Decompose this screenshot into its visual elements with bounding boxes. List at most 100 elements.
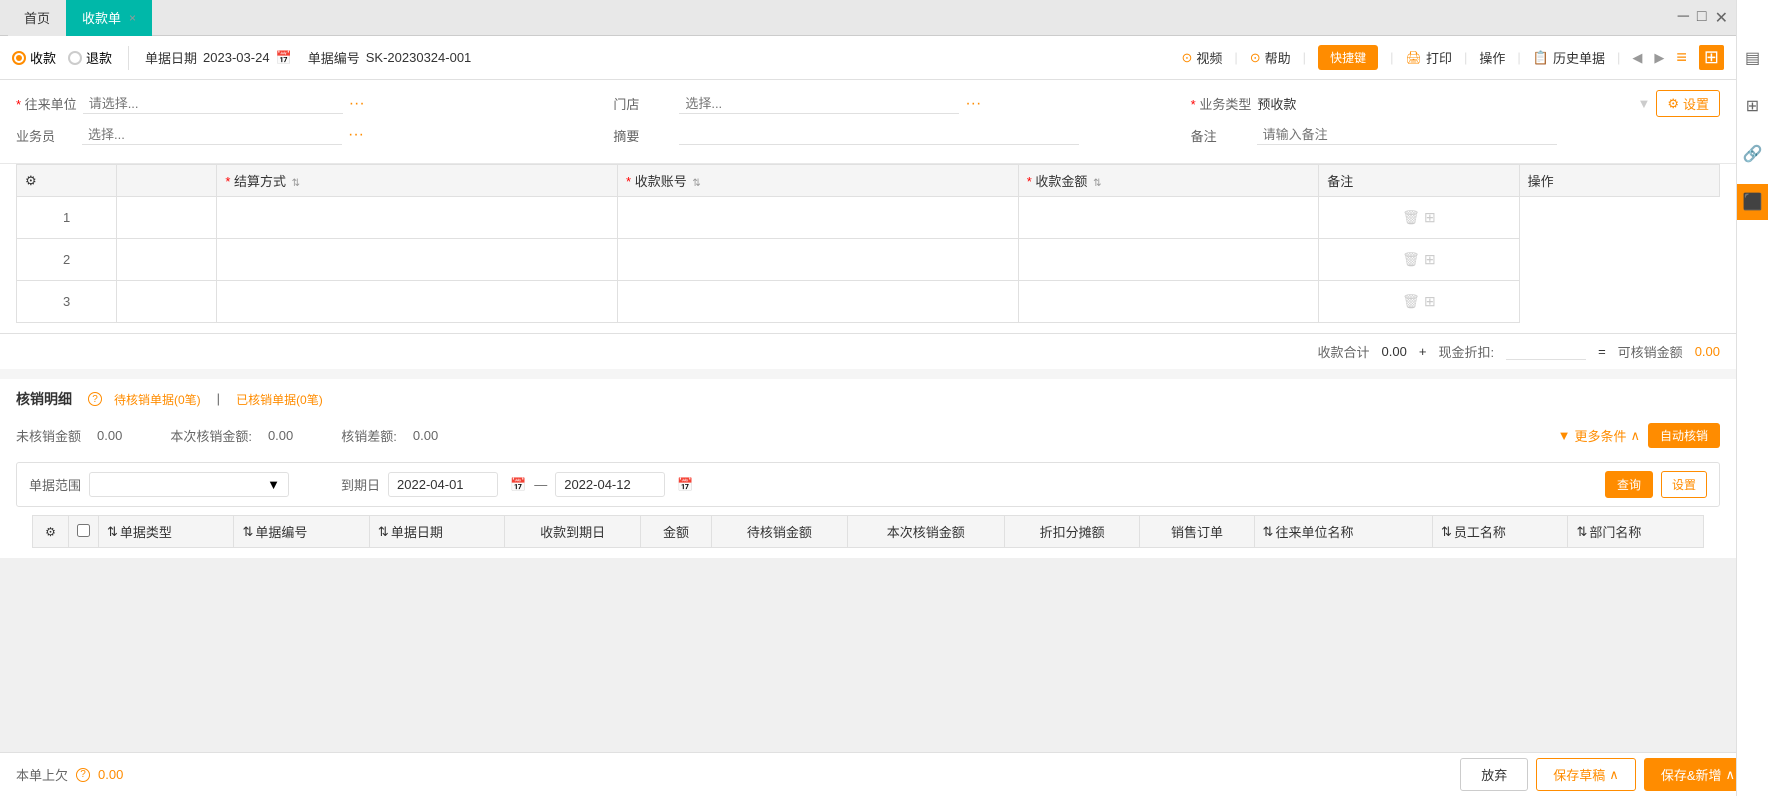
nav-prev-icon[interactable]: ◀	[1632, 50, 1642, 66]
radio-receipt-dot	[12, 51, 26, 65]
td-account-3	[217, 281, 618, 323]
lth-number-label: 单据编号	[255, 522, 307, 541]
business-type-arrow[interactable]: ▼	[1637, 96, 1650, 111]
type-sort[interactable]: ⇅	[107, 524, 118, 540]
copy-icon-1[interactable]: ⊞	[1424, 209, 1436, 226]
verify-info-icon[interactable]: ?	[88, 392, 102, 406]
delete-icon-1[interactable]: 🗑	[1402, 209, 1420, 226]
settlement-sort[interactable]: ⇅	[292, 178, 300, 189]
radio-receipt[interactable]: 收款	[12, 48, 56, 67]
shop-input[interactable]	[679, 94, 959, 114]
remark-input[interactable]	[1257, 125, 1557, 145]
amount-sort[interactable]: ⇅	[1093, 178, 1101, 189]
action-label: 操作	[1528, 174, 1554, 189]
tab-receipt[interactable]: 收款单 ×	[66, 0, 152, 36]
shop-label: 门店	[613, 94, 673, 113]
staff-more-btn[interactable]: ···	[348, 126, 364, 144]
window-max-icon[interactable]: □	[1697, 8, 1707, 28]
tab-close-icon[interactable]: ×	[129, 11, 136, 25]
lth-number: ⇅单据编号	[234, 516, 369, 548]
action-icons-2: 🗑 ⊞	[1327, 251, 1510, 268]
settings-icon: ⚙	[1667, 96, 1679, 112]
td-num-3: 3	[17, 281, 117, 323]
business-type-group: 业务类型 预收款 ▼ ⚙ 设置	[1191, 90, 1720, 117]
th-amount: 收款金额 ⇅	[1018, 165, 1319, 197]
range-select[interactable]: ▼	[89, 472, 289, 497]
abandon-btn[interactable]: 放弃	[1460, 758, 1528, 791]
sidebar-expand-icon[interactable]: ⬛	[1737, 184, 1768, 220]
sidebar-table-icon[interactable]: ▤	[1745, 40, 1760, 76]
td-amount-2	[618, 239, 1019, 281]
dept-sort[interactable]: ⇅	[1576, 524, 1587, 540]
save-draft-btn[interactable]: 保存草稿 ∧	[1536, 758, 1636, 791]
shop-more-btn[interactable]: ···	[965, 95, 981, 113]
sidebar-grid-icon[interactable]: ⊞	[1746, 88, 1759, 124]
discount-input[interactable]	[1506, 344, 1586, 360]
tab-done[interactable]: 已核销单据(0笔)	[236, 391, 323, 408]
td-settlement-1	[117, 197, 217, 239]
bottom-info-icon[interactable]: ?	[76, 768, 90, 782]
auto-verify-btn[interactable]: 自动核销	[1648, 423, 1720, 448]
lth-settings[interactable]: ⚙	[33, 516, 69, 548]
tab-pending[interactable]: 待核销单据(0笔)	[114, 391, 201, 408]
grid-icon[interactable]: ⊞	[1699, 45, 1724, 70]
sidebar-link-icon[interactable]: 🔗	[1743, 136, 1763, 172]
history-btn[interactable]: 📋 历史单据	[1533, 48, 1605, 67]
counterpart-more-btn[interactable]: ···	[349, 95, 365, 113]
tab-home[interactable]: 首页	[8, 0, 66, 36]
staff-input[interactable]	[82, 125, 342, 145]
shortcut-btn[interactable]: 快捷键	[1318, 45, 1378, 70]
form-settings-btn[interactable]: ⚙ 设置	[1656, 90, 1720, 117]
operation-btn[interactable]: 操作	[1479, 48, 1505, 67]
date-label: 单据日期	[145, 48, 197, 67]
nav-next-icon[interactable]: ▶	[1654, 50, 1664, 66]
available-value: 0.00	[1695, 344, 1720, 359]
table-row: 1 🗑 ⊞	[17, 197, 1720, 239]
range-label: 单据范围	[29, 475, 81, 494]
help-btn[interactable]: ⊙ 帮助	[1250, 48, 1291, 67]
video-label: 视频	[1196, 48, 1222, 67]
lth-checkbox[interactable]	[69, 516, 99, 548]
radio-receipt-label: 收款	[30, 48, 56, 67]
date-sort[interactable]: ⇅	[378, 524, 389, 540]
delete-icon-3[interactable]: 🗑	[1402, 293, 1420, 310]
settings-label: 设置	[1683, 94, 1709, 113]
summary-input[interactable]	[679, 125, 1079, 145]
more-conditions-btn[interactable]: ▼ 更多条件 ∧	[1558, 426, 1640, 445]
lower-settings-btn[interactable]: 设置	[1661, 471, 1707, 498]
copy-icon-3[interactable]: ⊞	[1424, 293, 1436, 310]
settings-icon: ⚙	[25, 173, 37, 188]
td-action-1: 🗑 ⊞	[1319, 197, 1519, 239]
calendar-icon[interactable]: 📅	[276, 50, 292, 66]
radio-refund[interactable]: 退款	[68, 48, 112, 67]
calendar-from-icon[interactable]: 📅	[510, 477, 526, 493]
window-close-icon[interactable]: ✕	[1715, 8, 1728, 28]
counterpart-sort[interactable]: ⇅	[1263, 524, 1274, 540]
date-to-input[interactable]	[555, 472, 665, 497]
video-btn[interactable]: ⊙ 视频	[1181, 48, 1222, 67]
copy-icon-2[interactable]: ⊞	[1424, 251, 1436, 268]
tab-home-label: 首页	[24, 8, 50, 27]
query-btn[interactable]: 查询	[1605, 471, 1653, 498]
td-num-1: 1	[17, 197, 117, 239]
date-field: 到期日 📅 — 📅	[341, 472, 693, 497]
top-toolbar: 收款 退款 单据日期 2023-03-24 📅 单据编号 SK-20230324…	[0, 36, 1736, 80]
select-all-checkbox[interactable]	[77, 524, 90, 537]
th-settings[interactable]: ⚙	[17, 165, 117, 197]
print-btn[interactable]: 🖨 打印	[1405, 48, 1452, 67]
account-label: 收款账号	[635, 174, 687, 189]
counterpart-input[interactable]	[83, 94, 343, 114]
lth-due-label: 收款到期日	[540, 525, 605, 540]
date-from-input[interactable]	[388, 472, 498, 497]
account-sort[interactable]: ⇅	[692, 178, 700, 189]
window-min-icon[interactable]: ─	[1678, 8, 1689, 28]
save-draft-label: 保存草稿	[1553, 765, 1605, 784]
number-sort[interactable]: ⇅	[242, 524, 253, 540]
equals-sign: =	[1598, 344, 1606, 359]
staff-sort[interactable]: ⇅	[1441, 524, 1452, 540]
number-label: 单据编号	[308, 48, 360, 67]
menu-icon[interactable]: ≡	[1676, 47, 1687, 68]
lth-sales-order: 销售订单	[1140, 516, 1254, 548]
calendar-to-icon[interactable]: 📅	[677, 477, 693, 493]
delete-icon-2[interactable]: 🗑	[1402, 251, 1420, 268]
